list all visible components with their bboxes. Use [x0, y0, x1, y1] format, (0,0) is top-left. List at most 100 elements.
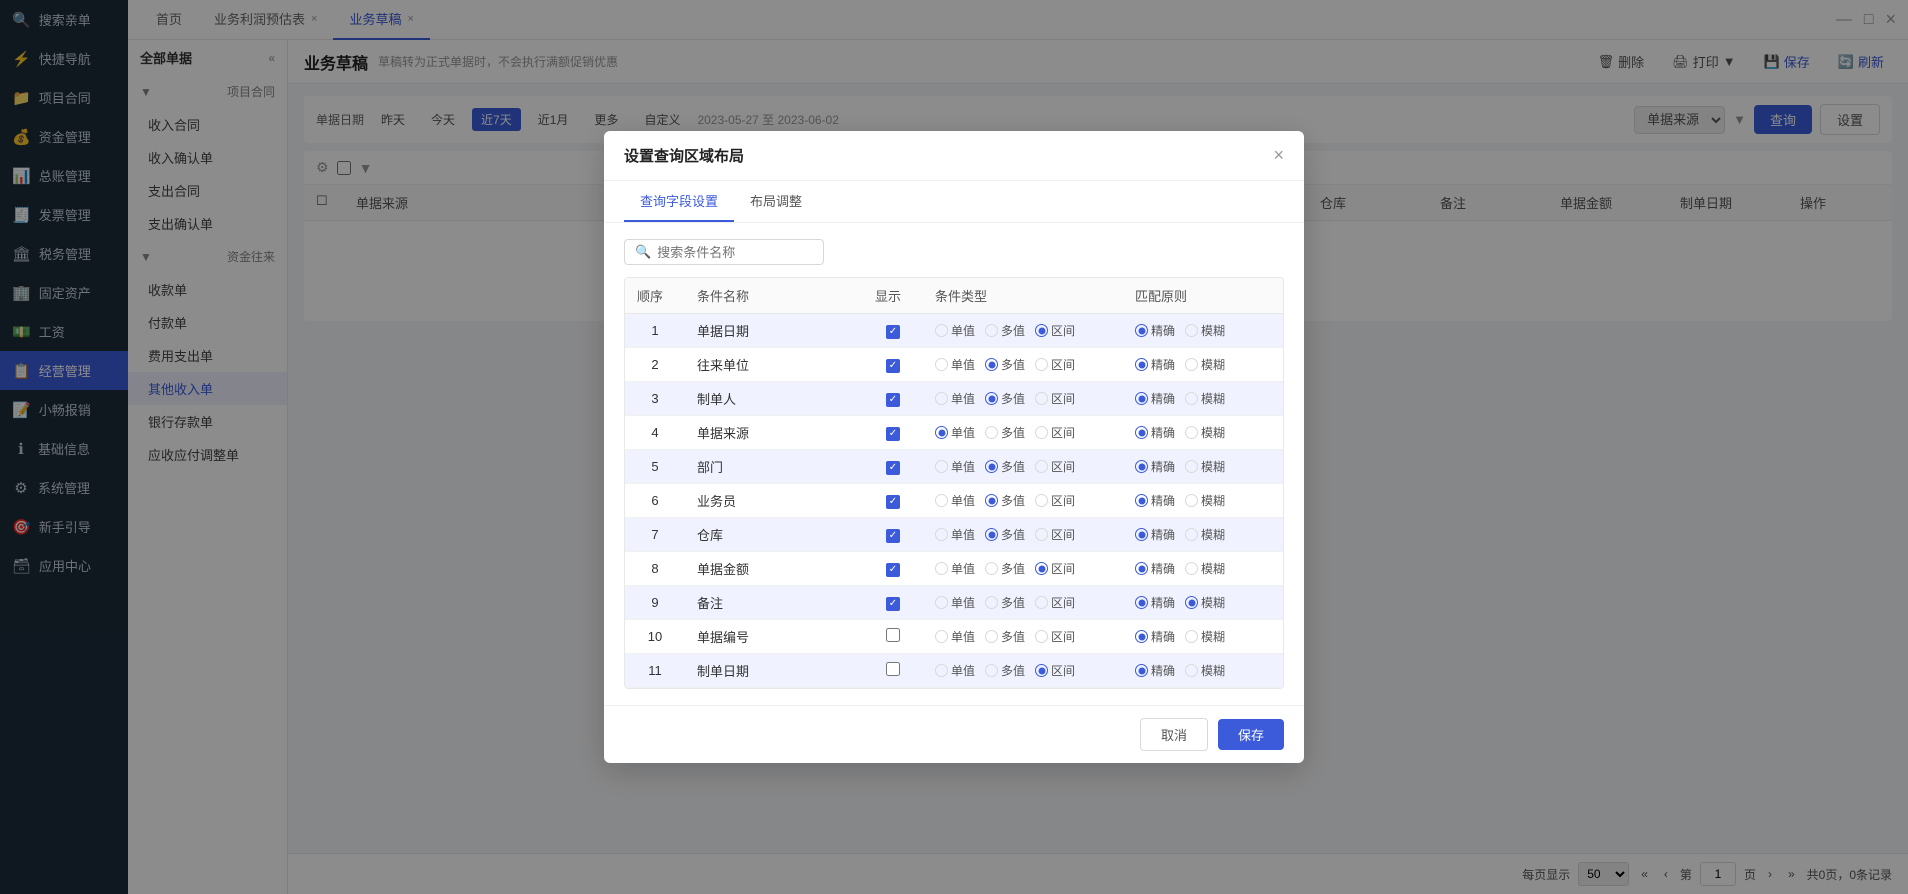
radio-type-multi[interactable]: 多值 [985, 560, 1025, 577]
show-checked-icon[interactable] [886, 359, 900, 373]
radio-type-single[interactable]: 单值 [935, 356, 975, 373]
row-show-checkbox[interactable] [863, 586, 923, 620]
row-show-checkbox[interactable] [863, 484, 923, 518]
row-show-checkbox[interactable] [863, 620, 923, 654]
show-checked-icon[interactable] [886, 597, 900, 611]
modal-search-input[interactable] [657, 245, 807, 260]
show-checked-icon[interactable] [886, 461, 900, 475]
radio-type-single[interactable]: 单值 [935, 662, 975, 679]
radio-dot-multi [985, 630, 998, 643]
radio-type-single[interactable]: 单值 [935, 424, 975, 441]
show-checkbox[interactable] [886, 628, 900, 642]
row-show-checkbox[interactable] [863, 654, 923, 688]
radio-type-multi[interactable]: 多值 [985, 424, 1025, 441]
radio-match-fuzzy[interactable]: 模糊 [1185, 424, 1225, 441]
radio-type-multi[interactable]: 多值 [985, 628, 1025, 645]
radio-type-range[interactable]: 区间 [1035, 594, 1075, 611]
radio-match-fuzzy[interactable]: 模糊 [1185, 594, 1225, 611]
radio-match-dot-fuzzy [1185, 562, 1198, 575]
radio-match-exact[interactable]: 精确 [1135, 458, 1175, 475]
radio-match-fuzzy[interactable]: 模糊 [1185, 628, 1225, 645]
radio-type-multi[interactable]: 多值 [985, 492, 1025, 509]
modal-close-button[interactable]: × [1273, 145, 1284, 166]
radio-dot-multi [985, 426, 998, 439]
radio-match-exact[interactable]: 精确 [1135, 662, 1175, 679]
radio-type-single[interactable]: 单值 [935, 628, 975, 645]
radio-match-exact[interactable]: 精确 [1135, 492, 1175, 509]
modal-cancel-button[interactable]: 取消 [1140, 718, 1208, 751]
modal-tab-query-fields[interactable]: 查询字段设置 [624, 181, 734, 222]
show-checked-icon[interactable] [886, 427, 900, 441]
radio-type-range[interactable]: 区间 [1035, 424, 1075, 441]
modal-tab-layout[interactable]: 布局调整 [734, 181, 818, 222]
row-show-checkbox[interactable] [863, 518, 923, 552]
radio-match-exact[interactable]: 精确 [1135, 356, 1175, 373]
show-checked-icon[interactable] [886, 325, 900, 339]
radio-type-multi[interactable]: 多值 [985, 458, 1025, 475]
show-checked-icon[interactable] [886, 393, 900, 407]
radio-type-multi[interactable]: 多值 [985, 322, 1025, 339]
radio-match-dot-exact [1135, 494, 1148, 507]
radio-type-multi[interactable]: 多值 [985, 662, 1025, 679]
row-condition-type: 单值多值区间 [923, 348, 1123, 382]
radio-type-multi[interactable]: 多值 [985, 356, 1025, 373]
row-show-checkbox[interactable] [863, 552, 923, 586]
radio-type-range[interactable]: 区间 [1035, 390, 1075, 407]
radio-type-single[interactable]: 单值 [935, 526, 975, 543]
show-checkbox[interactable] [886, 662, 900, 676]
radio-type-range[interactable]: 区间 [1035, 458, 1075, 475]
radio-type-multi[interactable]: 多值 [985, 594, 1025, 611]
radio-match-fuzzy[interactable]: 模糊 [1185, 390, 1225, 407]
radio-match-exact[interactable]: 精确 [1135, 560, 1175, 577]
show-checked-icon[interactable] [886, 563, 900, 577]
row-show-checkbox[interactable] [863, 416, 923, 450]
radio-type-range[interactable]: 区间 [1035, 560, 1075, 577]
radio-dot-single [935, 528, 948, 541]
radio-match-exact[interactable]: 精确 [1135, 390, 1175, 407]
radio-match-fuzzy[interactable]: 模糊 [1185, 526, 1225, 543]
radio-match-fuzzy[interactable]: 模糊 [1185, 560, 1225, 577]
radio-dot-single [935, 324, 948, 337]
radio-match-fuzzy[interactable]: 模糊 [1185, 492, 1225, 509]
radio-type-single[interactable]: 单值 [935, 594, 975, 611]
show-checked-icon[interactable] [886, 495, 900, 509]
row-order: 9 [625, 586, 685, 620]
modal-save-button[interactable]: 保存 [1218, 719, 1284, 750]
radio-type-single[interactable]: 单值 [935, 322, 975, 339]
row-show-checkbox[interactable] [863, 382, 923, 416]
row-show-checkbox[interactable] [863, 348, 923, 382]
radio-dot-range [1035, 596, 1048, 609]
radio-type-range[interactable]: 区间 [1035, 526, 1075, 543]
radio-match-fuzzy[interactable]: 模糊 [1185, 322, 1225, 339]
radio-type-range[interactable]: 区间 [1035, 628, 1075, 645]
row-show-checkbox[interactable] [863, 450, 923, 484]
radio-type-multi[interactable]: 多值 [985, 526, 1025, 543]
radio-match-exact[interactable]: 精确 [1135, 526, 1175, 543]
radio-type-single[interactable]: 单值 [935, 560, 975, 577]
row-order: 6 [625, 484, 685, 518]
radio-match-fuzzy[interactable]: 模糊 [1185, 662, 1225, 679]
radio-type-single[interactable]: 单值 [935, 492, 975, 509]
radio-type-range[interactable]: 区间 [1035, 322, 1075, 339]
radio-match-exact[interactable]: 精确 [1135, 424, 1175, 441]
radio-match-fuzzy[interactable]: 模糊 [1185, 458, 1225, 475]
radio-match-fuzzy[interactable]: 模糊 [1185, 356, 1225, 373]
radio-match-dot-exact [1135, 324, 1148, 337]
radio-match-exact[interactable]: 精确 [1135, 322, 1175, 339]
radio-match-exact[interactable]: 精确 [1135, 594, 1175, 611]
radio-dot-multi [985, 358, 998, 371]
radio-type-range[interactable]: 区间 [1035, 662, 1075, 679]
row-show-checkbox[interactable] [863, 314, 923, 348]
row-condition-name: 单据金额 [685, 552, 863, 586]
radio-type-single[interactable]: 单值 [935, 390, 975, 407]
radio-type-multi[interactable]: 多值 [985, 390, 1025, 407]
show-checked-icon[interactable] [886, 529, 900, 543]
radio-match-dot-exact [1135, 460, 1148, 473]
radio-match-dot-exact [1135, 426, 1148, 439]
radio-dot-multi [985, 664, 998, 677]
radio-match-exact[interactable]: 精确 [1135, 628, 1175, 645]
row-condition-name: 制单人 [685, 382, 863, 416]
radio-type-single[interactable]: 单值 [935, 458, 975, 475]
radio-type-range[interactable]: 区间 [1035, 492, 1075, 509]
radio-type-range[interactable]: 区间 [1035, 356, 1075, 373]
